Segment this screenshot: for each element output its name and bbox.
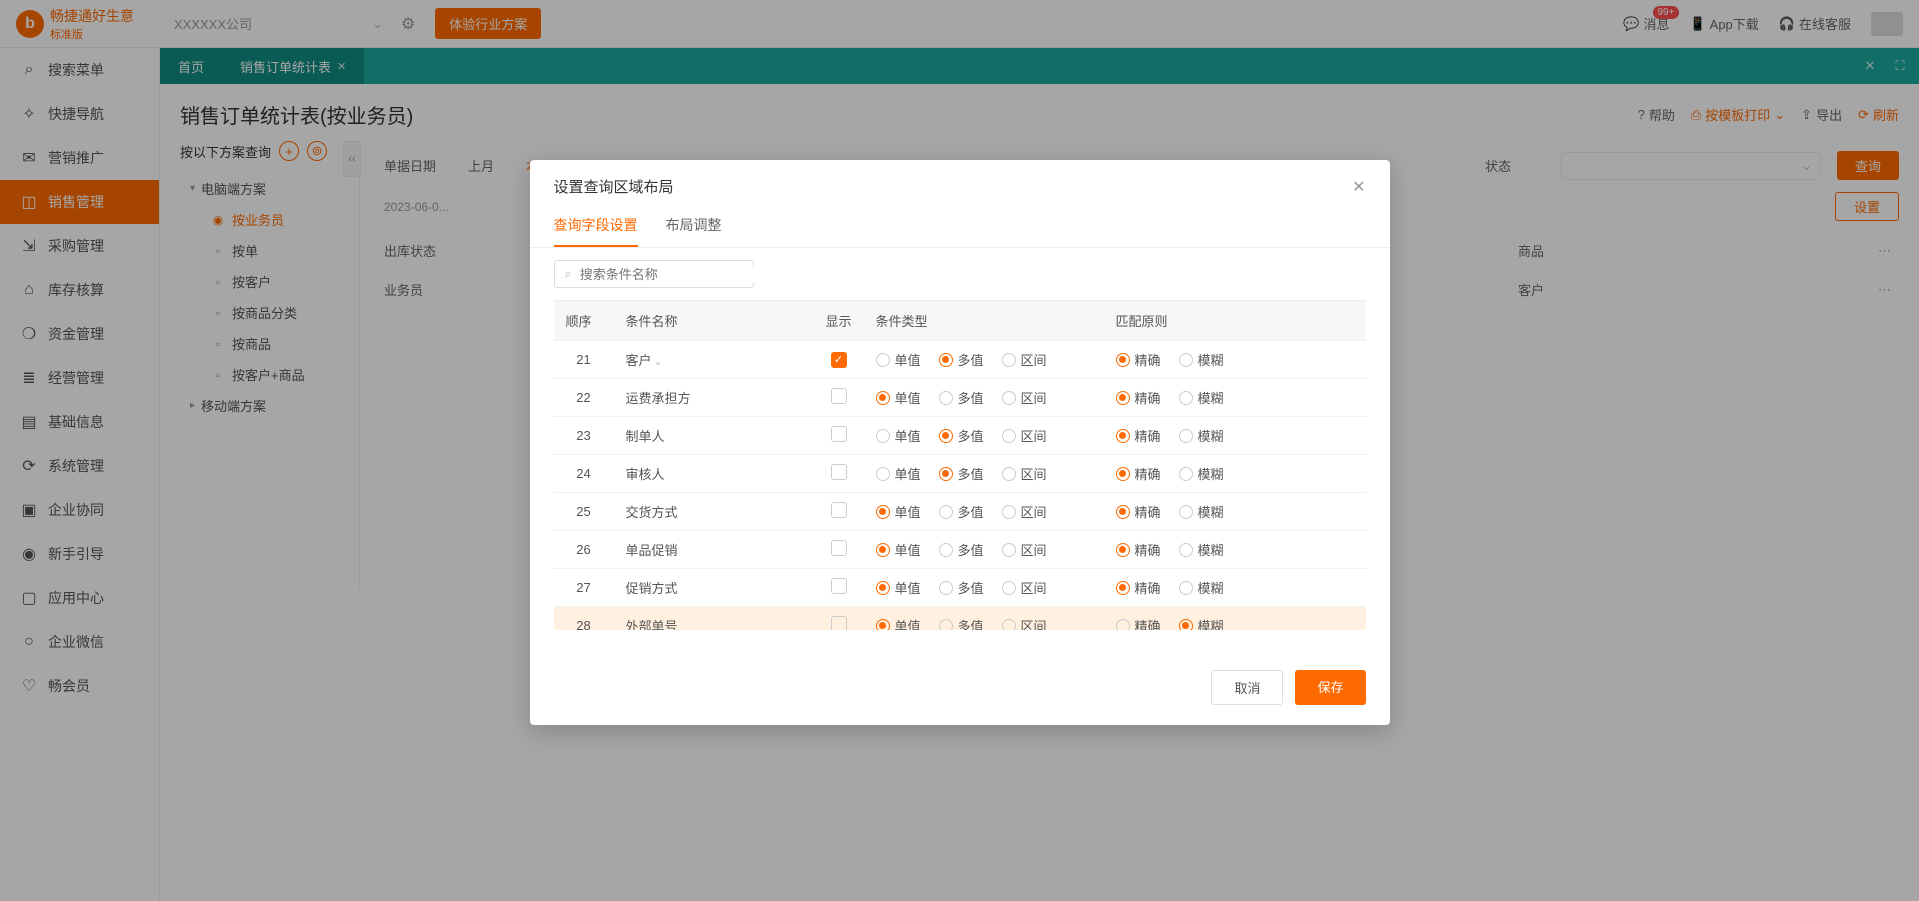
seq-cell: 28 [554, 607, 614, 631]
conditions-table: 顺序 条件名称 显示 条件类型 匹配原则 21 客户⌄ 单值多值区间 精确模糊 … [554, 301, 1366, 630]
type-radio[interactable]: 多值 [939, 388, 984, 407]
type-radio[interactable]: 单值 [876, 540, 921, 559]
type-radio[interactable]: 多值 [939, 540, 984, 559]
type-radio[interactable]: 区间 [1002, 578, 1047, 597]
seq-cell: 27 [554, 569, 614, 607]
match-radio[interactable]: 精确 [1116, 502, 1161, 521]
col-seq-header: 顺序 [554, 301, 614, 341]
cancel-button[interactable]: 取消 [1211, 670, 1283, 705]
match-radio[interactable]: 精确 [1116, 426, 1161, 445]
seq-cell: 23 [554, 417, 614, 455]
show-checkbox[interactable] [831, 616, 847, 630]
type-radio[interactable]: 区间 [1002, 540, 1047, 559]
name-cell: 单品促销 [614, 531, 814, 569]
type-radio[interactable]: 区间 [1002, 616, 1047, 630]
save-button[interactable]: 保存 [1295, 670, 1365, 705]
show-checkbox[interactable] [831, 540, 847, 556]
type-radio[interactable]: 单值 [876, 426, 921, 445]
type-radio[interactable]: 区间 [1002, 502, 1047, 521]
type-radio[interactable]: 区间 [1002, 350, 1047, 369]
name-cell: 外部单号 [614, 607, 814, 631]
table-row: 21 客户⌄ 单值多值区间 精确模糊 [554, 341, 1366, 379]
name-cell: 促销方式 [614, 569, 814, 607]
type-radio[interactable]: 多值 [939, 464, 984, 483]
name-cell: 运费承担方 [614, 379, 814, 417]
table-row: 23 制单人 单值多值区间 精确模糊 [554, 417, 1366, 455]
table-row: 22 运费承担方 单值多值区间 精确模糊 [554, 379, 1366, 417]
match-radio[interactable]: 模糊 [1179, 388, 1224, 407]
seq-cell: 25 [554, 493, 614, 531]
col-show-header: 显示 [814, 301, 864, 341]
match-radio[interactable]: 模糊 [1179, 502, 1224, 521]
show-checkbox[interactable] [831, 578, 847, 594]
seq-cell: 22 [554, 379, 614, 417]
table-row: 27 促销方式 单值多值区间 精确模糊 [554, 569, 1366, 607]
table-row: 24 审核人 单值多值区间 精确模糊 [554, 455, 1366, 493]
match-radio[interactable]: 精确 [1116, 540, 1161, 559]
name-cell: 制单人 [614, 417, 814, 455]
type-radio[interactable]: 单值 [876, 502, 921, 521]
type-radio[interactable]: 单值 [876, 350, 921, 369]
match-radio[interactable]: 模糊 [1179, 616, 1224, 630]
match-radio[interactable]: 精确 [1116, 578, 1161, 597]
type-radio[interactable]: 单值 [876, 578, 921, 597]
table-row: 26 单品促销 单值多值区间 精确模糊 [554, 531, 1366, 569]
match-radio[interactable]: 模糊 [1179, 540, 1224, 559]
type-radio[interactable]: 多值 [939, 502, 984, 521]
table-row: 25 交货方式 单值多值区间 精确模糊 [554, 493, 1366, 531]
chevron-down-icon[interactable]: ⌄ [654, 356, 663, 368]
match-radio[interactable]: 精确 [1116, 616, 1161, 630]
match-radio[interactable]: 模糊 [1179, 464, 1224, 483]
search-input-wrapper: ⌕ [554, 260, 754, 288]
query-layout-modal: 设置查询区域布局 ✕ 查询字段设置 布局调整 ⌕ 顺序 条件名称 显示 条件类型… [530, 160, 1390, 725]
type-radio[interactable]: 多值 [939, 350, 984, 369]
show-checkbox[interactable] [831, 464, 847, 480]
type-radio[interactable]: 区间 [1002, 388, 1047, 407]
type-radio[interactable]: 多值 [939, 616, 984, 630]
modal-title: 设置查询区域布局 [554, 176, 674, 197]
show-checkbox[interactable] [831, 502, 847, 518]
match-radio[interactable]: 模糊 [1179, 350, 1224, 369]
col-type-header: 条件类型 [864, 301, 1104, 341]
match-radio[interactable]: 精确 [1116, 388, 1161, 407]
tab-field-settings[interactable]: 查询字段设置 [554, 215, 638, 247]
match-radio[interactable]: 精确 [1116, 464, 1161, 483]
name-cell: 交货方式 [614, 493, 814, 531]
show-checkbox[interactable] [831, 352, 847, 368]
match-radio[interactable]: 模糊 [1179, 578, 1224, 597]
tab-layout-adjust[interactable]: 布局调整 [666, 215, 722, 247]
match-radio[interactable]: 精确 [1116, 350, 1161, 369]
search-icon: ⌕ [565, 266, 572, 282]
table-scroll[interactable]: 顺序 条件名称 显示 条件类型 匹配原则 21 客户⌄ 单值多值区间 精确模糊 … [554, 300, 1366, 630]
seq-cell: 24 [554, 455, 614, 493]
match-radio[interactable]: 模糊 [1179, 426, 1224, 445]
table-row: 28 外部单号 单值 多值 区间 精确 模糊 [554, 607, 1366, 631]
search-input[interactable] [580, 267, 756, 282]
type-radio[interactable]: 区间 [1002, 426, 1047, 445]
name-cell: 审核人 [614, 455, 814, 493]
type-radio[interactable]: 区间 [1002, 464, 1047, 483]
type-radio[interactable]: 多值 [939, 578, 984, 597]
type-radio[interactable]: 单值 [876, 616, 921, 630]
type-radio[interactable]: 单值 [876, 464, 921, 483]
type-radio[interactable]: 多值 [939, 426, 984, 445]
name-cell: 客户⌄ [614, 341, 814, 379]
show-checkbox[interactable] [831, 426, 847, 442]
seq-cell: 21 [554, 341, 614, 379]
show-checkbox[interactable] [831, 388, 847, 404]
type-radio[interactable]: 单值 [876, 388, 921, 407]
col-match-header: 匹配原则 [1104, 301, 1366, 341]
seq-cell: 26 [554, 531, 614, 569]
col-name-header: 条件名称 [614, 301, 814, 341]
close-icon[interactable]: ✕ [1352, 177, 1365, 197]
